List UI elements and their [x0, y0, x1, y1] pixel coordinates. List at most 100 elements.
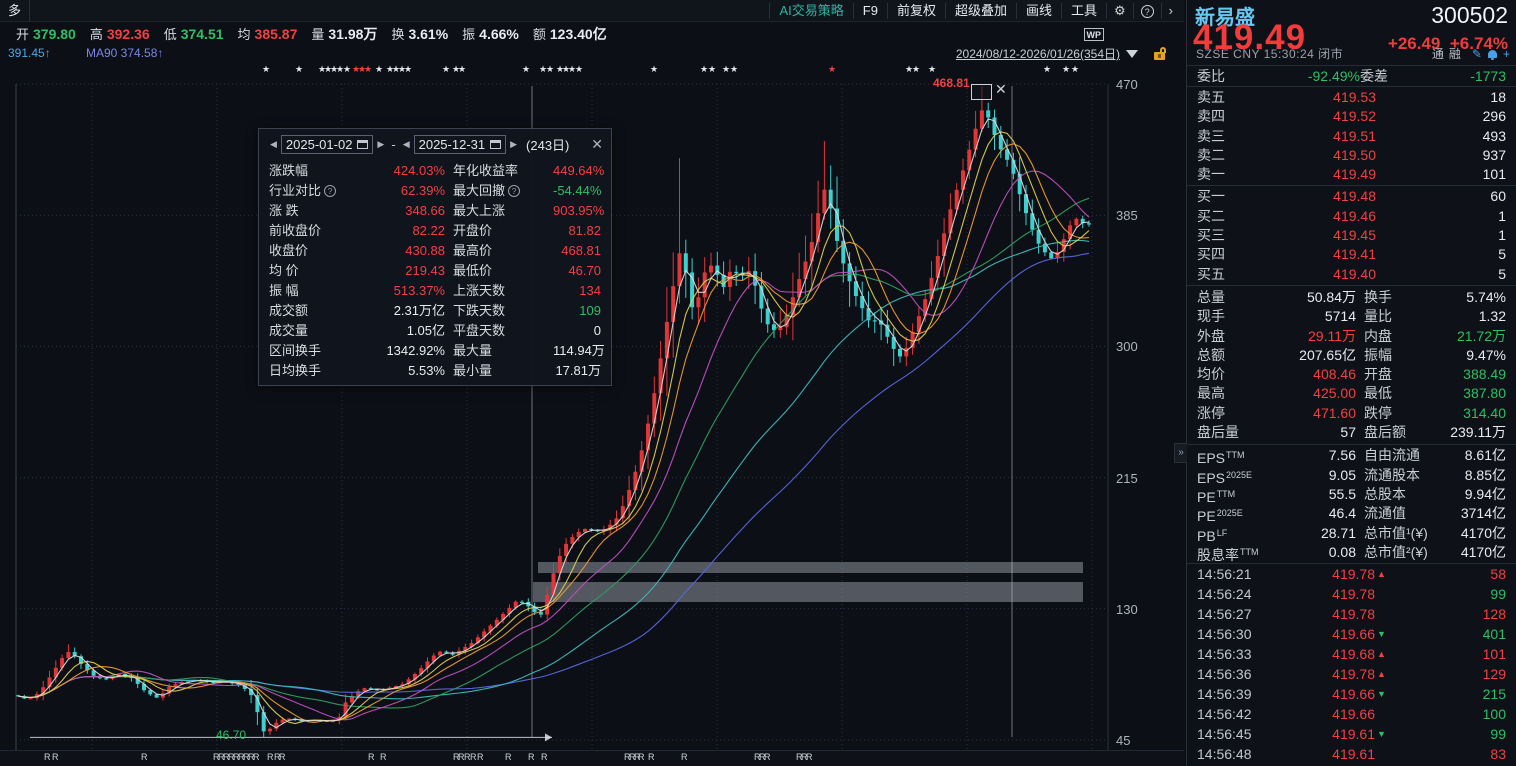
- info-icon[interactable]: ?: [508, 185, 520, 197]
- event-star-marker[interactable]: ★: [575, 64, 583, 75]
- help-icon[interactable]: ?: [1133, 3, 1161, 19]
- rights-marker[interactable]: R: [806, 752, 813, 762]
- date-from-next-button[interactable]: ▶: [374, 139, 387, 150]
- edit-icon[interactable]: ✎: [1472, 47, 1482, 61]
- valuation-row[interactable]: PETTM55.5总股本9.94亿: [1187, 485, 1516, 504]
- ask-row[interactable]: 卖三419.51493: [1187, 127, 1516, 146]
- rights-marker[interactable]: R: [764, 752, 771, 762]
- calendar-icon[interactable]: [490, 140, 501, 149]
- wp-badge[interactable]: WP: [1084, 28, 1105, 41]
- bid-row[interactable]: 买五419.405: [1187, 265, 1516, 284]
- bid-row[interactable]: 买一419.4860: [1187, 187, 1516, 206]
- more-chevron-icon[interactable]: ›: [1161, 3, 1180, 19]
- bid-row[interactable]: 买二419.461: [1187, 207, 1516, 226]
- event-star-marker[interactable]: ★: [912, 64, 920, 75]
- event-star-marker[interactable]: ★: [343, 64, 351, 75]
- event-star-marker[interactable]: ★: [1062, 64, 1070, 75]
- valuation-row[interactable]: 股息率TTM0.08总市值²(¥)4170亿: [1187, 543, 1516, 562]
- menu-item-F9[interactable]: F9: [853, 3, 887, 19]
- tick-row[interactable]: 14:56:42419.66100: [1187, 704, 1516, 724]
- date-range-label[interactable]: 2024/08/12-2026/01/26(354日): [956, 45, 1120, 62]
- menu-item-超级叠加[interactable]: 超级叠加: [945, 3, 1016, 19]
- alert-bell-icon[interactable]: [1488, 50, 1497, 58]
- rights-marker[interactable]: R: [681, 752, 688, 762]
- stat-row[interactable]: 外盘29.11万内盘21.72万: [1187, 327, 1516, 346]
- event-star-marker-red[interactable]: ★: [364, 64, 372, 75]
- rights-marker[interactable]: R: [253, 752, 260, 762]
- rights-marker[interactable]: R: [279, 752, 286, 762]
- popup-close-button[interactable]: ✕: [591, 136, 603, 153]
- tick-row[interactable]: 14:56:30419.66▼401: [1187, 624, 1516, 644]
- rights-marker[interactable]: R: [141, 752, 148, 762]
- info-icon[interactable]: ?: [324, 185, 336, 197]
- event-star-marker[interactable]: ★: [404, 64, 412, 75]
- bid-row[interactable]: 买三419.451: [1187, 226, 1516, 245]
- event-star-marker[interactable]: ★: [650, 64, 658, 75]
- valuation-row[interactable]: PE2025E46.4流通值3714亿: [1187, 504, 1516, 523]
- stat-row[interactable]: 最高425.00最低387.80: [1187, 384, 1516, 403]
- valuation-row[interactable]: EPSTTM7.56自由流通8.61亿: [1187, 446, 1516, 465]
- date-from-prev-button[interactable]: ◀: [267, 139, 280, 150]
- date-to-next-button[interactable]: ▶: [507, 139, 520, 150]
- stat-row[interactable]: 现手5714量比1.32: [1187, 307, 1516, 326]
- calendar-icon[interactable]: [357, 140, 368, 149]
- valuation-row[interactable]: EPS2025E9.05流通股本8.85亿: [1187, 466, 1516, 485]
- tick-row[interactable]: 14:56:36419.78▲129: [1187, 664, 1516, 684]
- rights-marker[interactable]: R: [505, 752, 512, 762]
- lock-icon[interactable]: [1154, 47, 1166, 60]
- tick-row[interactable]: 14:56:48419.6183: [1187, 744, 1516, 764]
- rights-marker[interactable]: R: [477, 752, 484, 762]
- stat-row[interactable]: 盘后量57盘后额239.11万: [1187, 423, 1516, 442]
- event-star-marker[interactable]: ★: [1071, 64, 1079, 75]
- date-to-prev-button[interactable]: ◀: [400, 139, 413, 150]
- rights-marker[interactable]: R: [267, 752, 274, 762]
- stat-row[interactable]: 均价408.46开盘388.49: [1187, 365, 1516, 384]
- menu-item-工具[interactable]: 工具: [1061, 3, 1106, 19]
- rights-marker[interactable]: R: [638, 752, 645, 762]
- tick-row[interactable]: 14:56:39419.66▼215: [1187, 684, 1516, 704]
- event-star-marker[interactable]: ★: [522, 64, 530, 75]
- event-star-marker[interactable]: ★: [708, 64, 716, 75]
- tick-row[interactable]: 14:56:21419.78▲58: [1187, 564, 1516, 584]
- ask-row[interactable]: 卖二419.50937: [1187, 146, 1516, 165]
- menu-item-前复权[interactable]: 前复权: [887, 3, 945, 19]
- gear-icon[interactable]: ⚙: [1106, 3, 1133, 19]
- rights-marker[interactable]: R: [470, 752, 477, 762]
- event-star-marker[interactable]: ★: [375, 64, 383, 75]
- tick-row[interactable]: 14:56:33419.68▲101: [1187, 644, 1516, 664]
- bid-row[interactable]: 买四419.415: [1187, 245, 1516, 264]
- range-dropdown-icon[interactable]: [1126, 50, 1138, 58]
- tick-row[interactable]: 14:56:24419.7899: [1187, 584, 1516, 604]
- date-to-box[interactable]: 2025-12-31: [414, 135, 507, 154]
- stat-row[interactable]: 总额207.65亿振幅9.47%: [1187, 346, 1516, 365]
- event-star-marker[interactable]: ★: [730, 64, 738, 75]
- ask-row[interactable]: 卖四419.52296: [1187, 107, 1516, 126]
- stat-row[interactable]: 涨停471.60跌停314.40: [1187, 404, 1516, 423]
- annotation-close-icon[interactable]: ✕: [995, 81, 1007, 98]
- menu-item-ai-strategy[interactable]: AI交易策略: [769, 3, 852, 19]
- rights-marker[interactable]: R: [541, 752, 548, 762]
- ask-row[interactable]: 卖一419.49101: [1187, 165, 1516, 184]
- event-star-marker[interactable]: ★: [546, 64, 554, 75]
- event-star-marker[interactable]: ★: [1043, 64, 1051, 75]
- event-star-marker[interactable]: ★: [700, 64, 708, 75]
- tick-row[interactable]: 14:56:45419.61▼99: [1187, 724, 1516, 744]
- rights-marker[interactable]: R: [52, 752, 59, 762]
- stat-row[interactable]: 总量50.84万换手5.74%: [1187, 288, 1516, 307]
- annotation-box-icon[interactable]: [971, 84, 992, 100]
- event-star-marker-red[interactable]: ★: [828, 64, 836, 75]
- event-star-marker[interactable]: ★: [295, 64, 303, 75]
- date-from-box[interactable]: 2025-01-02: [281, 135, 374, 154]
- event-star-marker[interactable]: ★: [442, 64, 450, 75]
- side-tab-duo[interactable]: 多: [0, 0, 30, 22]
- event-star-marker[interactable]: ★: [722, 64, 730, 75]
- valuation-row[interactable]: PBLF28.71总市值¹(¥)4170亿: [1187, 524, 1516, 543]
- event-star-marker[interactable]: ★: [458, 64, 466, 75]
- rights-marker[interactable]: R: [528, 752, 535, 762]
- tick-row[interactable]: 14:56:27419.78128: [1187, 604, 1516, 624]
- event-star-marker[interactable]: ★: [928, 64, 936, 75]
- rights-marker[interactable]: R: [368, 752, 375, 762]
- rights-marker[interactable]: R: [380, 752, 387, 762]
- menu-item-画线[interactable]: 画线: [1016, 3, 1061, 19]
- rights-marker[interactable]: R: [44, 752, 51, 762]
